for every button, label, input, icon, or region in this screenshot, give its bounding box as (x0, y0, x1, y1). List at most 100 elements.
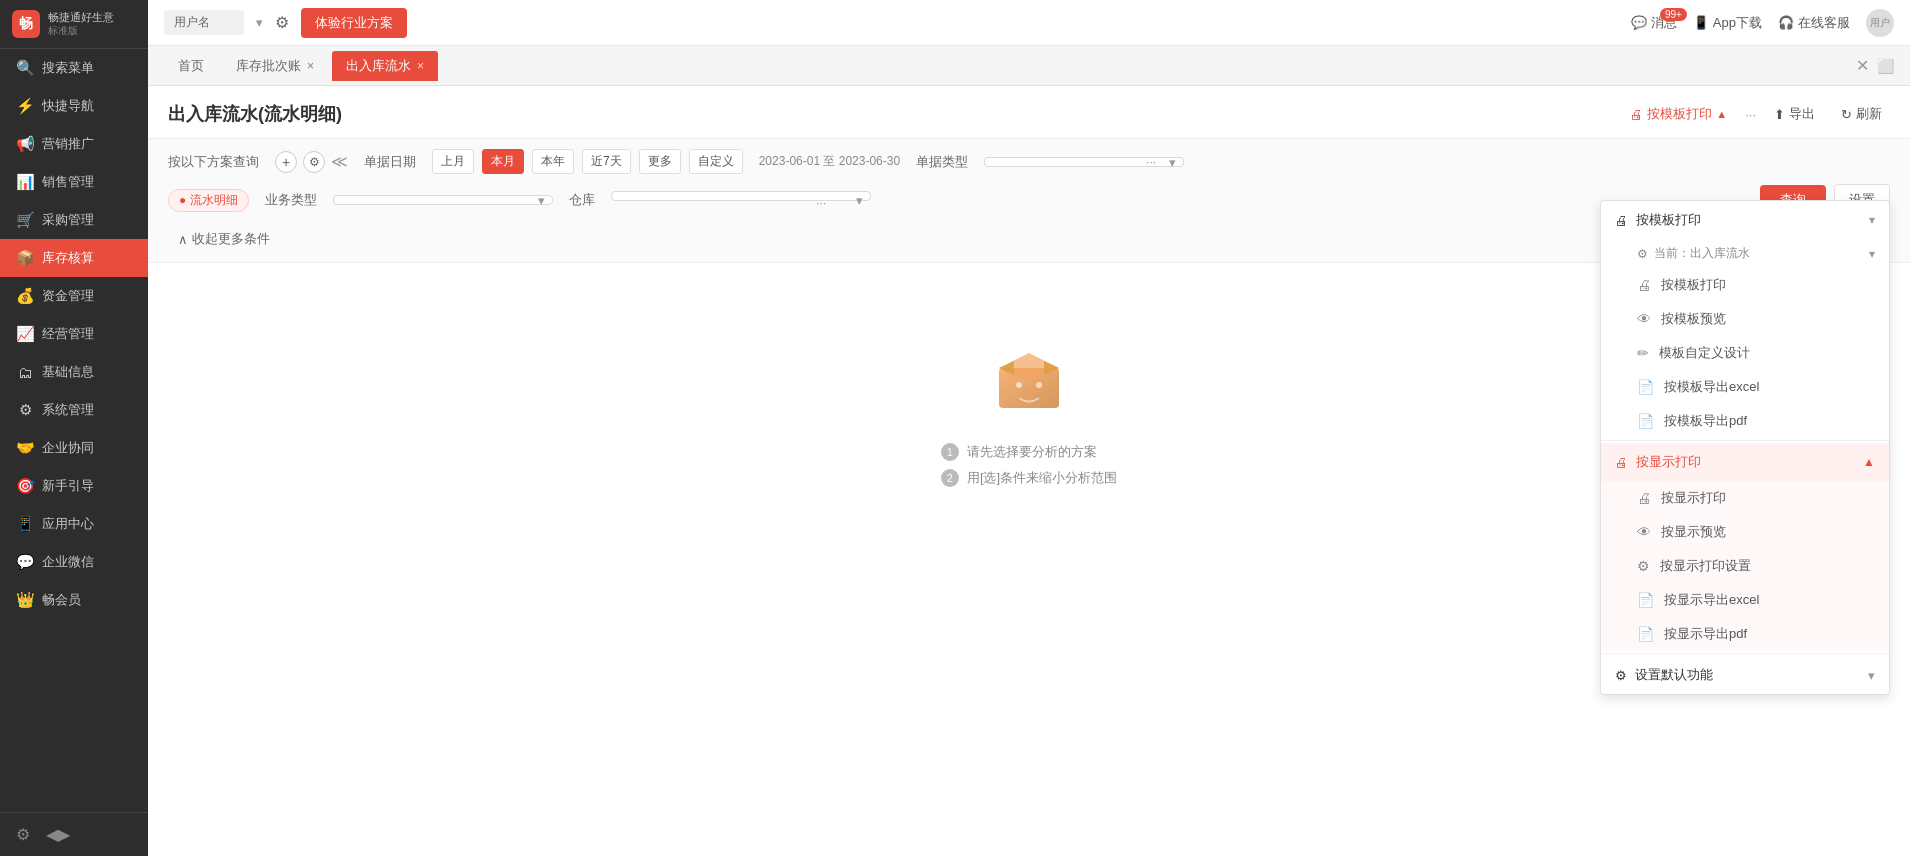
sidebar-item-sales[interactable]: 📊 销售管理 (0, 163, 148, 201)
sidebar-item-operation[interactable]: 📈 经营管理 (0, 315, 148, 353)
collapse-icon[interactable]: ◀▶ (46, 825, 70, 844)
dropdown-item-template-excel[interactable]: 📄 按模板导出excel (1601, 370, 1889, 404)
sidebar-item-marketing[interactable]: 📢 营销推广 (0, 125, 148, 163)
main-content: 用户名 ▾ ⚙ 体验行业方案 💬 消息 99+ 📱 App下载 🎧 在线客服 用… (148, 0, 1910, 856)
filter-actions: + ⚙ ≪ (275, 151, 348, 173)
collapse-more-btn[interactable]: ∧ 收起更多条件 (168, 226, 280, 252)
sidebar-item-base[interactable]: 🗂 基础信息 (0, 353, 148, 391)
template-print-button[interactable]: 🖨 按模板打印 ▲ (1622, 100, 1735, 128)
date-btn-7days[interactable]: 近7天 (582, 149, 631, 174)
logo-icon: 畅 (12, 10, 40, 38)
export-button[interactable]: ⬆ 导出 (1766, 100, 1823, 128)
current-icon: ⚙ (1637, 247, 1648, 261)
biz-type-select[interactable] (333, 195, 553, 205)
user-avatar[interactable]: 用户 (1866, 9, 1894, 37)
item-excel-icon2: 📄 (1637, 592, 1654, 608)
sidebar-item-search[interactable]: 🔍 搜索菜单 (0, 49, 148, 87)
sidebar-item-wechat[interactable]: 💬 企业微信 (0, 543, 148, 581)
sidebar-item-finance[interactable]: 💰 资金管理 (0, 277, 148, 315)
item-display-preview-label: 按显示预览 (1661, 523, 1726, 541)
actions-dots[interactable]: ··· (1745, 107, 1756, 122)
biz-type-select-wrapper (333, 195, 553, 205)
tab-home[interactable]: 首页 (164, 51, 218, 81)
dropdown-item-display-print[interactable]: 🖨 按显示打印 (1601, 481, 1889, 515)
settings-icon[interactable]: ⚙ (16, 825, 30, 844)
filter-tag[interactable]: ● 流水明细 (168, 189, 249, 212)
filter-tag-icon: ● (179, 193, 186, 207)
dropdown-item-template-preview[interactable]: 👁 按模板预览 (1601, 302, 1889, 336)
app-download-button[interactable]: 📱 App下载 (1693, 14, 1762, 32)
service-icon: 🎧 (1778, 15, 1794, 30)
current-arrow[interactable]: ▾ (1869, 247, 1875, 261)
tab-maximize[interactable]: ⬜ (1877, 58, 1894, 74)
filter-setting-button[interactable]: ⚙ (303, 151, 325, 173)
sidebar-label-vip: 畅会员 (42, 591, 81, 609)
date-btn-more[interactable]: 更多 (639, 149, 681, 174)
template-print-label: 按模板打印 (1647, 105, 1712, 123)
item-preview-icon: 👁 (1637, 311, 1651, 327)
app-icon: 📱 (1693, 15, 1709, 30)
date-btn-custom[interactable]: 自定义 (689, 149, 743, 174)
dropdown-item-template-custom[interactable]: ✏ 模板自定义设计 (1601, 336, 1889, 370)
message-button[interactable]: 💬 消息 99+ (1631, 14, 1677, 32)
tab-batch-close[interactable]: × (307, 59, 314, 73)
display-section-toggle[interactable]: ▲ (1863, 455, 1875, 469)
date-btn-last-month[interactable]: 上月 (432, 149, 474, 174)
dropdown-item-display-preview[interactable]: 👁 按显示预览 (1601, 515, 1889, 549)
message-icon: 💬 (1631, 15, 1647, 30)
topbar-gear-icon[interactable]: ⚙ (275, 13, 289, 32)
export-icon: ⬆ (1774, 107, 1785, 122)
refresh-button[interactable]: ↻ 刷新 (1833, 100, 1890, 128)
sidebar-icon-system: ⚙ (16, 401, 34, 419)
sidebar-item-enterprise[interactable]: 🤝 企业协同 (0, 429, 148, 467)
warehouse-select[interactable]: ··· (611, 191, 871, 201)
tab-flow-close[interactable]: × (417, 59, 424, 73)
sidebar-item-inventory[interactable]: 📦 库存核算 (0, 239, 148, 277)
filter-add-button[interactable]: + (275, 151, 297, 173)
sidebar-item-system[interactable]: ⚙ 系统管理 (0, 391, 148, 429)
date-btn-this-year[interactable]: 本年 (532, 149, 574, 174)
display-section-content: 🖨 按显示打印 👁 按显示预览 ⚙ 按显示打印设置 📄 (1601, 481, 1889, 651)
dropdown-display-section-header[interactable]: 🖨 按显示打印 ▲ (1601, 443, 1889, 481)
sidebar-item-guide[interactable]: 🎯 新手引导 (0, 467, 148, 505)
dropdown-item-display-setting[interactable]: ⚙ 按显示打印设置 (1601, 549, 1889, 583)
filter-collapse-arrow[interactable]: ≪ (331, 152, 348, 171)
sidebar-item-appstore[interactable]: 📱 应用中心 (0, 505, 148, 543)
tab-batch-label: 库存批次账 (236, 57, 301, 75)
dropdown-item-template-pdf[interactable]: 📄 按模板导出pdf (1601, 404, 1889, 438)
item-pdf-label2: 按显示导出pdf (1664, 625, 1747, 643)
date-filter: 上月 本月 本年 近7天 更多 自定义 (432, 149, 743, 174)
template-section-toggle[interactable]: ▾ (1869, 213, 1875, 227)
item-custom-label: 模板自定义设计 (1659, 344, 1750, 362)
voucher-type-more[interactable]: ··· (1146, 155, 1156, 169)
template-print-arrow: ▲ (1716, 108, 1727, 120)
item-print-icon: 🖨 (1637, 277, 1651, 293)
current-label: 当前：出入库流水 (1654, 245, 1750, 262)
date-btn-this-month[interactable]: 本月 (482, 149, 524, 174)
empty-illustration (979, 323, 1079, 423)
trial-button[interactable]: 体验行业方案 (301, 8, 407, 38)
online-service-button[interactable]: 🎧 在线客服 (1778, 14, 1850, 32)
sidebar-item-purchase[interactable]: 🛒 采购管理 (0, 201, 148, 239)
dropdown-template-section-header[interactable]: 🖨 按模板打印 ▾ (1601, 201, 1889, 239)
dropdown-printer-icon: 🖨 (1615, 213, 1628, 228)
tab-close-all[interactable]: ✕ (1856, 56, 1869, 75)
tab-batch[interactable]: 库存批次账 × (222, 51, 328, 81)
dropdown-item-display-pdf[interactable]: 📄 按显示导出pdf (1601, 617, 1889, 651)
dropdown-display-printer-icon: 🖨 (1615, 455, 1628, 470)
step-text-1: 请先选择要分析的方案 (967, 443, 1097, 461)
sidebar-item-quick-nav[interactable]: ⚡ 快捷导航 (0, 87, 148, 125)
topbar-user-arrow[interactable]: ▾ (256, 15, 263, 30)
voucher-type-select-wrapper: ··· (984, 157, 1184, 167)
sidebar-item-vip[interactable]: 👑 畅会员 (0, 581, 148, 619)
dropdown-item-template-print[interactable]: 🖨 按模板打印 (1601, 268, 1889, 302)
sidebar-icon-base: 🗂 (16, 364, 34, 381)
sidebar: 畅 畅捷通好生意 标准版 🔍 搜索菜单 ⚡ 快捷导航 📢 营销推广 📊 销售管理… (0, 0, 148, 856)
page-content: 出入库流水(流水明细) 🖨 按模板打印 ▲ ··· ⬆ 导出 ↻ 刷新 (148, 86, 1910, 856)
dropdown-default-section[interactable]: ⚙ 设置默认功能 ▾ (1601, 656, 1889, 694)
dropdown-item-display-excel[interactable]: 📄 按显示导出excel (1601, 583, 1889, 617)
default-label: 设置默认功能 (1635, 666, 1713, 684)
topbar-user[interactable]: 用户名 (164, 10, 244, 35)
tab-flow[interactable]: 出入库流水 × (332, 51, 438, 81)
sidebar-icon-finance: 💰 (16, 287, 34, 305)
